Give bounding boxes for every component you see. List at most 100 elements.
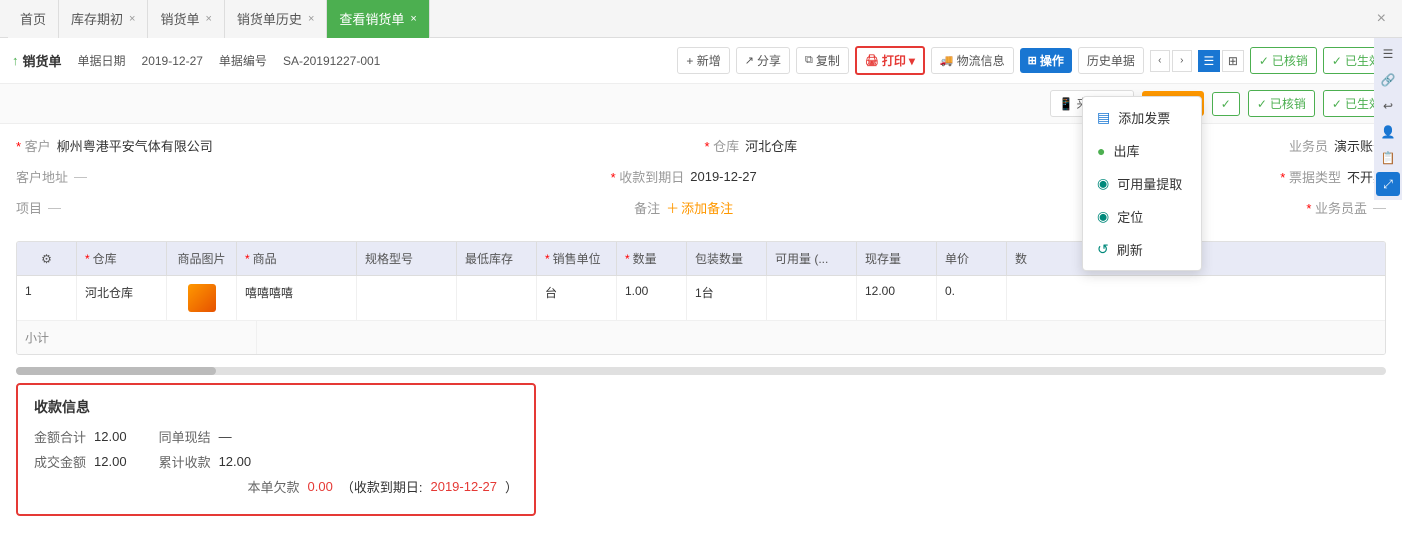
subtotal-row: 小计 — [17, 321, 1385, 354]
owe-value: 0.00 — [308, 479, 333, 494]
owe-date: 2019-12-27 — [430, 479, 497, 494]
right-icon-5[interactable]: 📋 — [1376, 146, 1400, 170]
ticket-label: 票据类型 — [1280, 167, 1341, 186]
doc-number-value: SA-20191227-001 — [283, 54, 380, 68]
confirmed-badge[interactable]: ✓ 已核销 — [1248, 90, 1315, 117]
owe-field: 本单欠款 0.00 （收款到期日: 2019-12-27 ） — [248, 477, 518, 496]
prev-arrow[interactable]: ‹ — [1150, 50, 1170, 72]
cumulative-field: 累计收款 12.00 — [159, 452, 252, 471]
share-button[interactable]: ↗ 分享 — [736, 47, 790, 74]
print-icon: 🖨 — [865, 54, 879, 67]
owe-label: 本单欠款 — [248, 477, 300, 496]
tab-sales-history[interactable]: 销货单历史 × — [225, 0, 327, 38]
add-invoice-item[interactable]: ▤ 添加发票 — [1083, 101, 1201, 134]
same-order-field: 同单现结 — — [159, 427, 232, 446]
payment-date-value: 2019-12-27 — [690, 169, 757, 184]
payment-row-3: 本单欠款 0.00 （收款到期日: 2019-12-27 ） — [34, 477, 518, 496]
td-price: 0. — [937, 276, 1007, 320]
doc-header-left: ↑ 销货单 单据日期 2019-12-27 单据编号 SA-20191227-0… — [12, 51, 380, 70]
right-icon-expand[interactable]: ⤢ — [1376, 172, 1400, 196]
td-current: 12.00 — [857, 276, 937, 320]
tab-inventory-init[interactable]: 库存期初 × — [59, 0, 148, 38]
th-spec: 规格型号 — [357, 242, 457, 275]
th-more: 数 — [1007, 242, 1067, 275]
effect-check-icon: ✓ — [1332, 54, 1342, 68]
same-order-label: 同单现结 — [159, 427, 211, 446]
grid-view-button[interactable]: ⊞ — [1222, 50, 1244, 72]
owe-suffix: （收款到期日: — [341, 477, 423, 496]
locate-icon: ◉ — [1097, 208, 1109, 225]
new-button[interactable]: + 新增 — [677, 47, 729, 74]
cumulative-value: 12.00 — [219, 454, 252, 469]
tab-home[interactable]: 首页 — [8, 0, 59, 38]
tab-view-sales[interactable]: 查看销货单 × — [327, 0, 429, 38]
ticket-field: 票据类型 不开票 — [1280, 167, 1386, 186]
refresh-item[interactable]: ↺ 刷新 — [1083, 233, 1201, 266]
history-button[interactable]: 历史单据 — [1078, 47, 1144, 74]
tab-bar: 首页 库存期初 × 销货单 × 销货单历史 × 查看销货单 × × — [0, 0, 1402, 38]
logistics-button[interactable]: 🚚 物流信息 — [931, 47, 1014, 74]
table-row: 1 河北仓库 嘻嘻嘻嘻 台 1.00 1台 12.00 0. — [17, 276, 1385, 321]
staff2-field: 业务员盂 — — [1306, 198, 1386, 217]
td-minstock — [457, 276, 537, 320]
project-field: 项目 — — [16, 198, 61, 217]
plus-icon: ＋ — [666, 198, 679, 217]
doc-date-label: 单据日期 — [78, 52, 126, 69]
right-icon-3[interactable]: ↩ — [1376, 94, 1400, 118]
project-label: 项目 — [16, 198, 42, 217]
th-product: *商品 — [237, 242, 357, 275]
owe-suffix2: ） — [505, 477, 518, 496]
address-value: — — [74, 169, 87, 184]
tab-sales-order[interactable]: 销货单 × — [148, 0, 224, 38]
add-note-button[interactable]: ＋ 添加备注 — [666, 198, 733, 217]
locate-item[interactable]: ◉ 定位 — [1083, 200, 1201, 233]
total-field: 金额合计 12.00 — [34, 427, 127, 446]
operate-dropdown: ▤ 添加发票 ● 出库 ◉ 可用量提取 ◉ 定位 ↺ 刷新 — [1082, 96, 1202, 271]
list-view-button[interactable]: ☰ — [1198, 50, 1220, 72]
available-qty-item[interactable]: ◉ 可用量提取 — [1083, 167, 1201, 200]
next-arrow[interactable]: › — [1172, 50, 1192, 72]
refresh-icon: ↺ — [1097, 241, 1109, 258]
close-inventory-init[interactable]: × — [129, 13, 135, 25]
product-image — [188, 284, 216, 312]
right-panel: ☰ 🔗 ↩ 👤 📋 ⤢ — [1374, 38, 1402, 200]
td-spec — [357, 276, 457, 320]
td-available — [767, 276, 857, 320]
copy-button[interactable]: ⧉ 复制 — [796, 47, 849, 74]
deal-value: 12.00 — [94, 454, 127, 469]
close-sales-order[interactable]: × — [205, 13, 211, 25]
address-label: 客户地址 — [16, 167, 68, 186]
scroll-thumb[interactable] — [16, 367, 216, 375]
staff-label: 业务员 — [1289, 136, 1328, 155]
cancel-button[interactable]: ✓ 已核销 — [1250, 47, 1317, 74]
horizontal-scrollbar[interactable] — [16, 367, 1386, 375]
doc-header: ↑ 销货单 单据日期 2019-12-27 单据编号 SA-20191227-0… — [0, 38, 1402, 84]
close-sales-history[interactable]: × — [308, 13, 314, 25]
confirm-button[interactable]: ✓ — [1212, 92, 1240, 116]
close-view-sales[interactable]: × — [410, 13, 416, 25]
total-value: 12.00 — [94, 429, 127, 444]
outbound-icon: ● — [1097, 143, 1105, 159]
th-minstock: 最低库存 — [457, 242, 537, 275]
payment-date-field: 收款到期日 2019-12-27 — [611, 167, 757, 186]
right-icon-1[interactable]: ☰ — [1376, 42, 1400, 66]
right-icon-2[interactable]: 🔗 — [1376, 68, 1400, 92]
note-field: 备注 ＋ 添加备注 — [634, 198, 733, 217]
print-dropdown-arrow: ▾ — [909, 54, 915, 68]
confirmed-check-icon: ✓ — [1257, 97, 1267, 111]
right-icon-4[interactable]: 👤 — [1376, 120, 1400, 144]
td-image — [167, 276, 237, 320]
window-close-button[interactable]: × — [1377, 10, 1394, 28]
print-button[interactable]: 🖨 打印 ▾ — [855, 46, 925, 75]
payment-title: 收款信息 — [34, 397, 518, 417]
check-icon: ✓ — [1259, 54, 1269, 68]
th-warehouse: *仓库 — [77, 242, 167, 275]
staff2-value: — — [1373, 200, 1386, 215]
outbound-item[interactable]: ● 出库 — [1083, 134, 1201, 167]
operate-button[interactable]: ⊞ 操作 — [1020, 48, 1072, 73]
td-subtotal-label: 小计 — [17, 321, 257, 354]
th-settings[interactable]: ⚙ — [17, 242, 77, 275]
staff-field: 业务员 演示账号 — [1289, 136, 1386, 155]
th-available: 可用量 (... — [767, 242, 857, 275]
same-order-value: — — [219, 429, 232, 444]
